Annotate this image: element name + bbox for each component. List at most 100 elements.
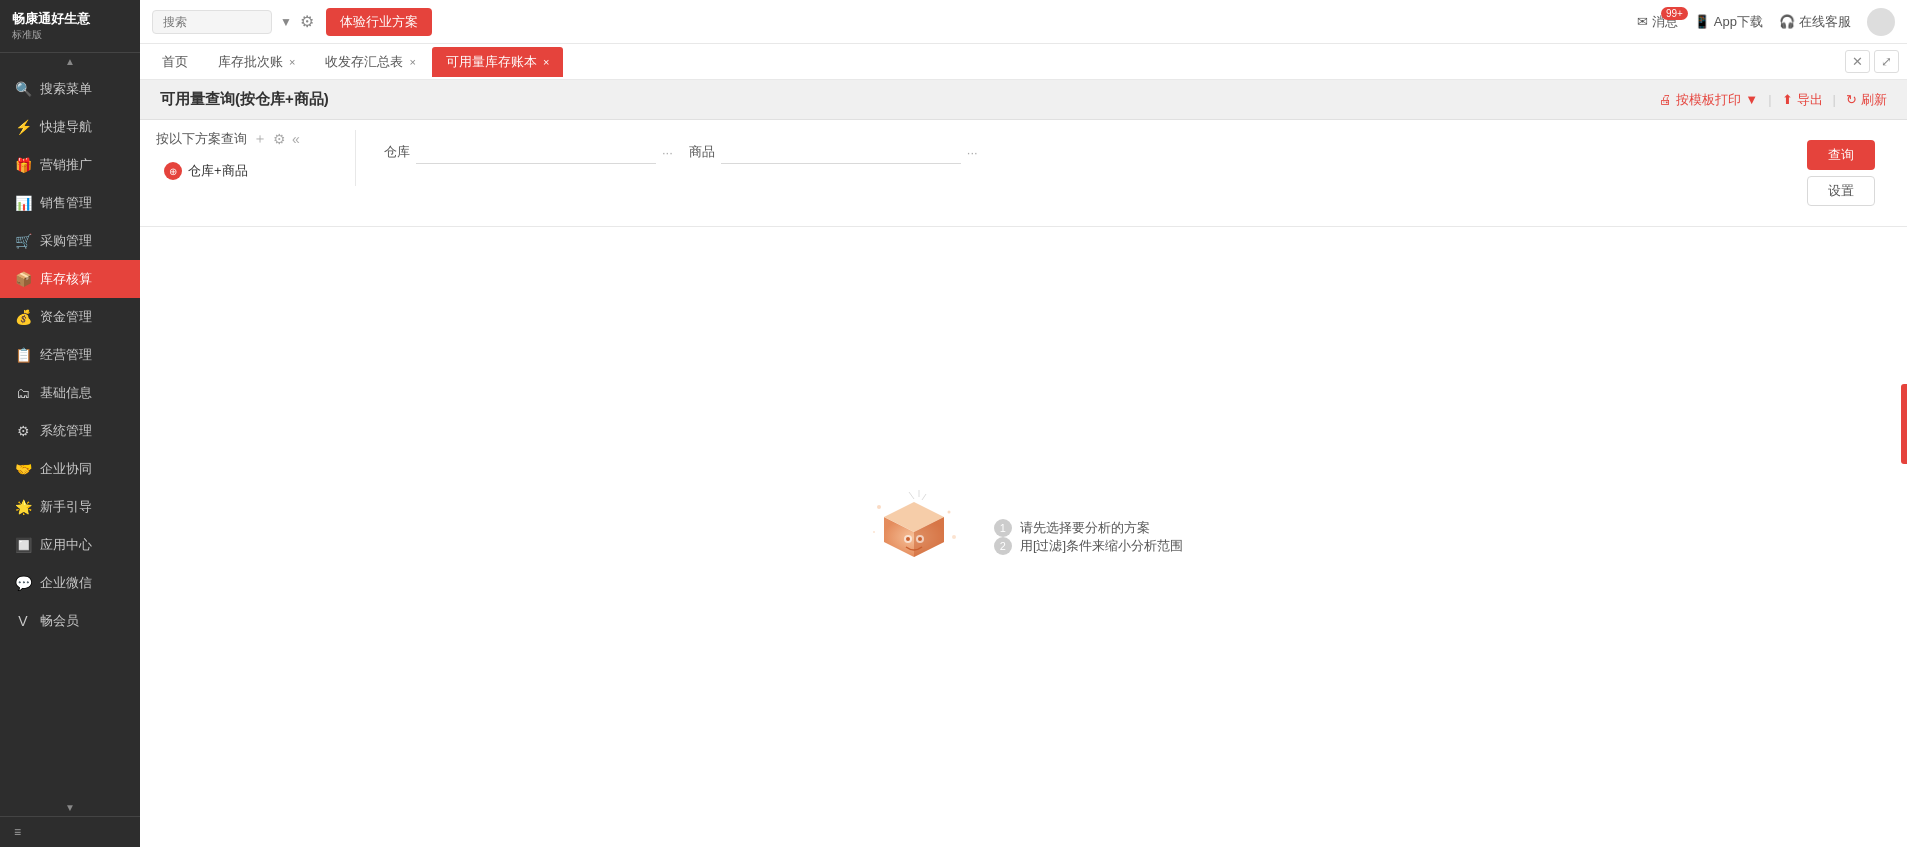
sidebar-item-label: 销售管理 (40, 194, 92, 212)
solution-button[interactable]: 体验行业方案 (326, 8, 432, 36)
empty-tip-2: 2 用[过滤]条件来缩小分析范围 (994, 537, 1183, 555)
svg-point-7 (877, 505, 881, 509)
sidebar-item-label: 畅会员 (40, 612, 79, 630)
scheme-panel: 按以下方案查询 ＋ ⚙ « ⊕ 仓库+商品 (156, 130, 356, 186)
sidebar-item-icon: 🔲 (14, 536, 32, 554)
sidebar-item-库存核算[interactable]: 📦 库存核算 (0, 260, 140, 298)
user-avatar[interactable] (1867, 8, 1895, 36)
query-button[interactable]: 查询 (1807, 140, 1875, 170)
online-service-button[interactable]: 🎧 在线客服 (1779, 13, 1851, 31)
tab-库存批次账[interactable]: 库存批次账× (204, 47, 309, 77)
tabs-actions: ✕ ⤢ (1845, 50, 1899, 73)
export-button[interactable]: ⬆ 导出 (1782, 91, 1823, 109)
settings-button[interactable]: 设置 (1807, 176, 1875, 206)
divider-1: | (1768, 92, 1771, 107)
sidebar-item-label: 基础信息 (40, 384, 92, 402)
sidebar-item-icon: ⚙ (14, 422, 32, 440)
search-input[interactable] (152, 10, 272, 34)
scheme-item-仓库+商品[interactable]: ⊕ 仓库+商品 (156, 156, 343, 186)
empty-illustration (864, 487, 964, 587)
sidebar-item-搜索菜单[interactable]: 🔍 搜索菜单 (0, 70, 140, 108)
tab-可用量库存账本[interactable]: 可用量库存账本× (432, 47, 563, 77)
refresh-button[interactable]: ↻ 刷新 (1846, 91, 1887, 109)
sidebar-item-icon: 💰 (14, 308, 32, 326)
tabs-bar: 首页库存批次账×收发存汇总表×可用量库存账本× ✕ ⤢ (140, 44, 1907, 80)
sidebar-item-label: 资金管理 (40, 308, 92, 326)
sidebar-item-快捷导航[interactable]: ⚡ 快捷导航 (0, 108, 140, 146)
sidebar-item-企业微信[interactable]: 💬 企业微信 (0, 564, 140, 602)
scheme-header-label: 按以下方案查询 (156, 130, 247, 148)
refresh-label: 刷新 (1861, 91, 1887, 109)
sidebar-item-采购管理[interactable]: 🛒 采购管理 (0, 222, 140, 260)
svg-point-10 (952, 535, 956, 539)
sidebar-item-企业协同[interactable]: 🤝 企业协同 (0, 450, 140, 488)
content-header: 可用量查询(按仓库+商品) 🖨 按模板打印 ▼ | ⬆ 导出 | ↻ 刷新 (140, 80, 1907, 120)
message-icon: ✉ (1637, 14, 1648, 29)
sidebar-item-畅会员[interactable]: V 畅会员 (0, 602, 140, 640)
edit-scheme-button[interactable]: ⚙ (273, 131, 286, 147)
topbar: ▼ ⚙ 体验行业方案 ✉ 消息 99+ 📱 App下载 🎧 在线客服 (140, 0, 1907, 44)
scheme-item-label: 仓库+商品 (188, 162, 248, 180)
sidebar-item-资金管理[interactable]: 💰 资金管理 (0, 298, 140, 336)
warehouse-more-icon[interactable]: ··· (662, 145, 673, 160)
app-icon: 📱 (1694, 14, 1710, 29)
print-dropdown-icon[interactable]: ▼ (1745, 92, 1758, 107)
goods-input[interactable] (721, 140, 961, 164)
svg-point-9 (873, 531, 875, 533)
sidebar-item-应用中心[interactable]: 🔲 应用中心 (0, 526, 140, 564)
online-service-label: 在线客服 (1799, 13, 1851, 31)
goods-more-icon[interactable]: ··· (967, 145, 978, 160)
tab-首页[interactable]: 首页 (148, 47, 202, 77)
topbar-right: ✉ 消息 99+ 📱 App下载 🎧 在线客服 (1637, 8, 1895, 36)
tab-label: 首页 (162, 53, 188, 71)
tab-close-icon[interactable]: × (543, 56, 549, 68)
print-template-button[interactable]: 🖨 按模板打印 ▼ (1659, 91, 1758, 109)
tip-text: 请先选择要分析的方案 (1020, 519, 1150, 537)
sidebar-item-销售管理[interactable]: 📊 销售管理 (0, 184, 140, 222)
scheme-items: ⊕ 仓库+商品 (156, 156, 343, 186)
app-download-button[interactable]: 📱 App下载 (1694, 13, 1763, 31)
warehouse-label: 仓库 (384, 143, 410, 161)
print-icon: 🖨 (1659, 92, 1672, 107)
empty-tips-container: 1 请先选择要分析的方案 2 用[过滤]条件来缩小分析范围 (994, 519, 1183, 555)
add-scheme-button[interactable]: ＋ (253, 130, 267, 148)
sidebar-bottom[interactable]: ≡ (0, 816, 140, 847)
query-panel: 按以下方案查询 ＋ ⚙ « ⊕ 仓库+商品 仓库 ··· (140, 120, 1907, 227)
sidebar-item-新手引导[interactable]: 🌟 新手引导 (0, 488, 140, 526)
print-label: 按模板打印 (1676, 91, 1741, 109)
scheme-panel-header: 按以下方案查询 ＋ ⚙ « (156, 130, 343, 148)
close-tab-button[interactable]: ✕ (1845, 50, 1870, 73)
refresh-icon: ↻ (1846, 92, 1857, 107)
sidebar-item-icon: 📊 (14, 194, 32, 212)
filter-row: 仓库 ··· 商品 ··· (368, 130, 1795, 174)
tip-number: 1 (994, 519, 1012, 537)
sidebar-item-label: 企业协同 (40, 460, 92, 478)
message-badge: 99+ (1661, 7, 1688, 20)
goods-label: 商品 (689, 143, 715, 161)
sidebar-logo: 畅康通好生意 标准版 (0, 0, 140, 53)
sidebar-item-label: 营销推广 (40, 156, 92, 174)
sidebar-item-营销推广[interactable]: 🎁 营销推广 (0, 146, 140, 184)
sidebar-item-系统管理[interactable]: ⚙ 系统管理 (0, 412, 140, 450)
right-edge-indicator (1901, 384, 1907, 464)
empty-state: 1 请先选择要分析的方案 2 用[过滤]条件来缩小分析范围 (140, 227, 1907, 847)
tab-收发存汇总表[interactable]: 收发存汇总表× (311, 47, 429, 77)
version-label: 标准版 (12, 28, 128, 42)
settings-icon[interactable]: ⚙ (300, 12, 314, 31)
sidebar-item-label: 采购管理 (40, 232, 92, 250)
sidebar-item-基础信息[interactable]: 🗂 基础信息 (0, 374, 140, 412)
tip-text: 用[过滤]条件来缩小分析范围 (1020, 537, 1183, 555)
tab-close-icon[interactable]: × (289, 56, 295, 68)
sidebar-scroll-down[interactable]: ▼ (0, 799, 140, 816)
brand-name: 畅康通好生意 (12, 10, 128, 28)
sidebar-item-icon: 📋 (14, 346, 32, 364)
dropdown-icon[interactable]: ▼ (280, 15, 292, 29)
content-area: 可用量查询(按仓库+商品) 🖨 按模板打印 ▼ | ⬆ 导出 | ↻ 刷新 (140, 80, 1907, 847)
tab-close-icon[interactable]: × (409, 56, 415, 68)
sidebar-scroll-up[interactable]: ▲ (0, 53, 140, 70)
warehouse-input[interactable] (416, 140, 656, 164)
sidebar-item-经营管理[interactable]: 📋 经营管理 (0, 336, 140, 374)
collapse-scheme-button[interactable]: « (292, 131, 300, 147)
message-button[interactable]: ✉ 消息 99+ (1637, 13, 1678, 31)
expand-button[interactable]: ⤢ (1874, 50, 1899, 73)
